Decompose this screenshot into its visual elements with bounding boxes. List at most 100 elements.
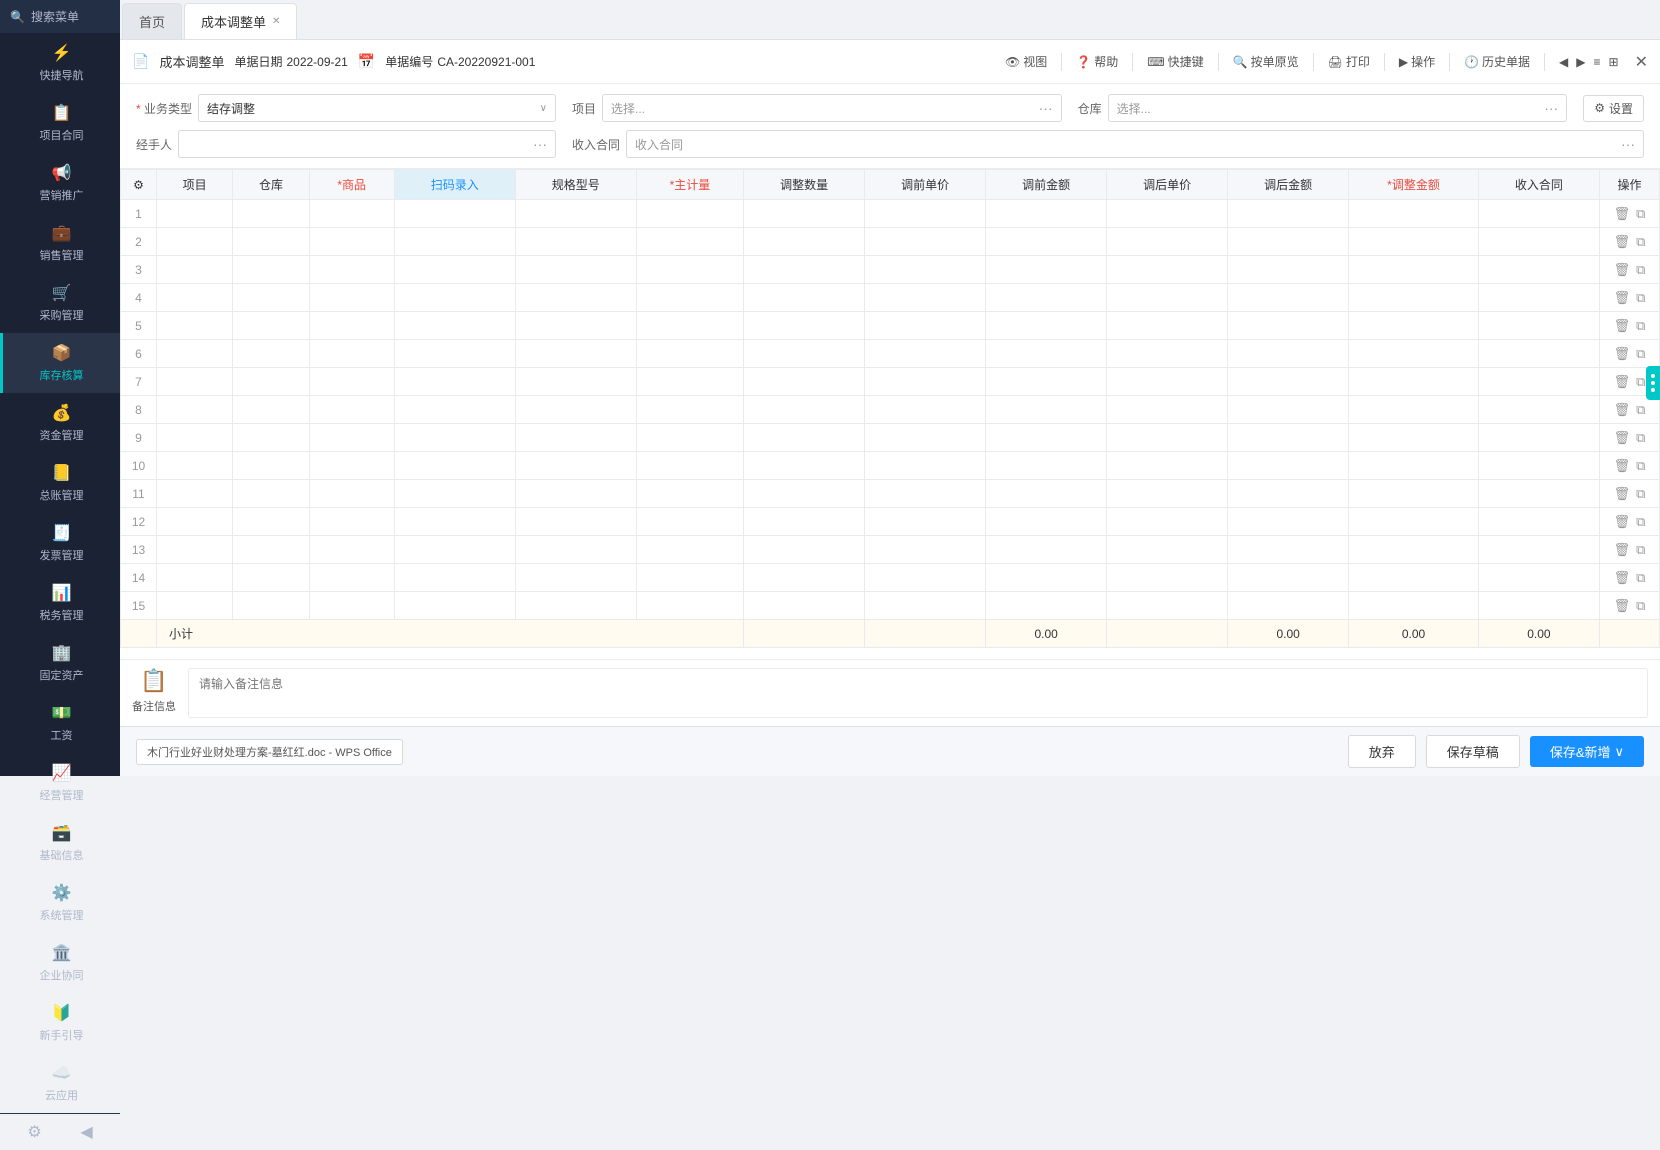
cell-r3-c10[interactable] [1107, 256, 1228, 284]
sidebar-item-project-contract[interactable]: 📋 项目合同 [0, 93, 120, 153]
cell-r7-c1[interactable] [157, 368, 233, 396]
cell-r13-c9[interactable] [986, 536, 1107, 564]
delete-icon-r4[interactable]: 🗑 [1614, 290, 1631, 306]
close-btn[interactable]: ✕ [1635, 52, 1648, 72]
cell-r3-c5[interactable] [515, 256, 636, 284]
operate-btn[interactable]: ▶ 操作 [1399, 53, 1435, 70]
cell-r5-c8[interactable] [865, 312, 986, 340]
cell-r6-c1[interactable] [157, 340, 233, 368]
cell-r2-c8[interactable] [865, 228, 986, 256]
cell-r6-c3[interactable] [309, 340, 394, 368]
cell-r1-c3[interactable] [309, 200, 394, 228]
notes-toggle[interactable]: 📋 备注信息 [132, 668, 176, 714]
cell-r12-c1[interactable] [157, 508, 233, 536]
save-draft-button[interactable]: 保存草稿 [1426, 735, 1520, 768]
print-btn[interactable]: 🖨 打印 [1328, 53, 1370, 70]
cell-r8-c12[interactable] [1349, 396, 1479, 424]
cell-r9-c12[interactable] [1349, 424, 1479, 452]
cell-r4-c10[interactable] [1107, 284, 1228, 312]
cell-r8-c9[interactable] [986, 396, 1107, 424]
cell-r2-c1[interactable] [157, 228, 233, 256]
cell-r5-c3[interactable] [309, 312, 394, 340]
cell-r10-c4[interactable] [394, 452, 515, 480]
cell-r11-c13[interactable] [1478, 480, 1599, 508]
delete-icon-r5[interactable]: 🗑 [1614, 318, 1631, 334]
cell-r3-c8[interactable] [865, 256, 986, 284]
cell-r3-c4[interactable] [394, 256, 515, 284]
cell-r1-c10[interactable] [1107, 200, 1228, 228]
cell-r6-c5[interactable] [515, 340, 636, 368]
cell-r13-c7[interactable] [744, 536, 865, 564]
cell-r2-c12[interactable] [1349, 228, 1479, 256]
cell-r4-c3[interactable] [309, 284, 394, 312]
delete-icon-r2[interactable]: 🗑 [1614, 234, 1631, 250]
delete-icon-r11[interactable]: 🗑 [1614, 486, 1631, 502]
delete-icon-r10[interactable]: 🗑 [1614, 458, 1631, 474]
cell-r5-c9[interactable] [986, 312, 1107, 340]
cell-r3-c13[interactable] [1478, 256, 1599, 284]
cell-r15-c3[interactable] [309, 592, 394, 620]
cell-r2-c9[interactable] [986, 228, 1107, 256]
sidebar-search[interactable]: 🔍 搜索菜单 [0, 0, 120, 33]
project-input[interactable]: 选择... ··· [602, 94, 1062, 122]
cell-r12-c6[interactable] [636, 508, 743, 536]
cell-r10-c11[interactable] [1228, 452, 1349, 480]
income-contract-input[interactable]: 收入合同 ··· [626, 130, 1644, 158]
cell-r5-c1[interactable] [157, 312, 233, 340]
sidebar-item-basic-info[interactable]: 🗃️ 基础信息 [0, 813, 120, 873]
cell-r5-c13[interactable] [1478, 312, 1599, 340]
cell-r2-c7[interactable] [744, 228, 865, 256]
delete-icon-r7[interactable]: 🗑 [1614, 374, 1631, 390]
cell-r4-c6[interactable] [636, 284, 743, 312]
cell-r11-c1[interactable] [157, 480, 233, 508]
cell-r15-c9[interactable] [986, 592, 1107, 620]
cell-r8-c5[interactable] [515, 396, 636, 424]
cell-r7-c8[interactable] [865, 368, 986, 396]
delete-icon-r9[interactable]: 🗑 [1614, 430, 1631, 446]
cell-r15-c4[interactable] [394, 592, 515, 620]
cell-r13-c10[interactable] [1107, 536, 1228, 564]
delete-icon-r13[interactable]: 🗑 [1614, 542, 1631, 558]
cell-r11-c10[interactable] [1107, 480, 1228, 508]
sidebar-item-sales-promo[interactable]: 📢 营销推广 [0, 153, 120, 213]
cell-r13-c3[interactable] [309, 536, 394, 564]
cell-r13-c1[interactable] [157, 536, 233, 564]
copy-icon-r5[interactable]: ⧉ [1636, 318, 1645, 334]
sidebar-item-sales-mgmt[interactable]: 💼 销售管理 [0, 213, 120, 273]
cell-r6-c6[interactable] [636, 340, 743, 368]
cell-r2-c3[interactable] [309, 228, 394, 256]
copy-icon-r14[interactable]: ⧉ [1636, 570, 1645, 586]
history-btn[interactable]: 🕐 历史单据 [1464, 53, 1530, 70]
cell-r4-c13[interactable] [1478, 284, 1599, 312]
cell-r11-c7[interactable] [744, 480, 865, 508]
cell-r14-c3[interactable] [309, 564, 394, 592]
cell-r9-c13[interactable] [1478, 424, 1599, 452]
review-btn[interactable]: 🔍 按单原览 [1233, 53, 1299, 70]
cell-r9-c10[interactable] [1107, 424, 1228, 452]
cell-r10-c3[interactable] [309, 452, 394, 480]
col-scan[interactable]: 扫码录入 [394, 170, 515, 200]
cell-r1-c8[interactable] [865, 200, 986, 228]
cell-r4-c12[interactable] [1349, 284, 1479, 312]
cell-r14-c12[interactable] [1349, 564, 1479, 592]
cell-r6-c13[interactable] [1478, 340, 1599, 368]
cell-r9-c4[interactable] [394, 424, 515, 452]
cell-r15-c12[interactable] [1349, 592, 1479, 620]
cell-r13-c2[interactable] [233, 536, 309, 564]
cell-r9-c9[interactable] [986, 424, 1107, 452]
cell-r8-c4[interactable] [394, 396, 515, 424]
grid-view-btn[interactable]: ⊞ [1609, 55, 1619, 69]
collapse-icon[interactable]: ◀ [80, 1122, 92, 1142]
cell-r5-c4[interactable] [394, 312, 515, 340]
cell-r12-c12[interactable] [1349, 508, 1479, 536]
tab-cost-adjust[interactable]: 成本调整单 ✕ [184, 3, 297, 39]
sidebar-item-finance[interactable]: 💰 资金管理 [0, 393, 120, 453]
copy-icon-r9[interactable]: ⧉ [1636, 430, 1645, 446]
cell-r7-c11[interactable] [1228, 368, 1349, 396]
right-edge-handle[interactable] [1646, 366, 1660, 400]
cell-r1-c1[interactable] [157, 200, 233, 228]
cell-r5-c7[interactable] [744, 312, 865, 340]
cell-r4-c2[interactable] [233, 284, 309, 312]
cell-r5-c5[interactable] [515, 312, 636, 340]
cell-r6-c4[interactable] [394, 340, 515, 368]
